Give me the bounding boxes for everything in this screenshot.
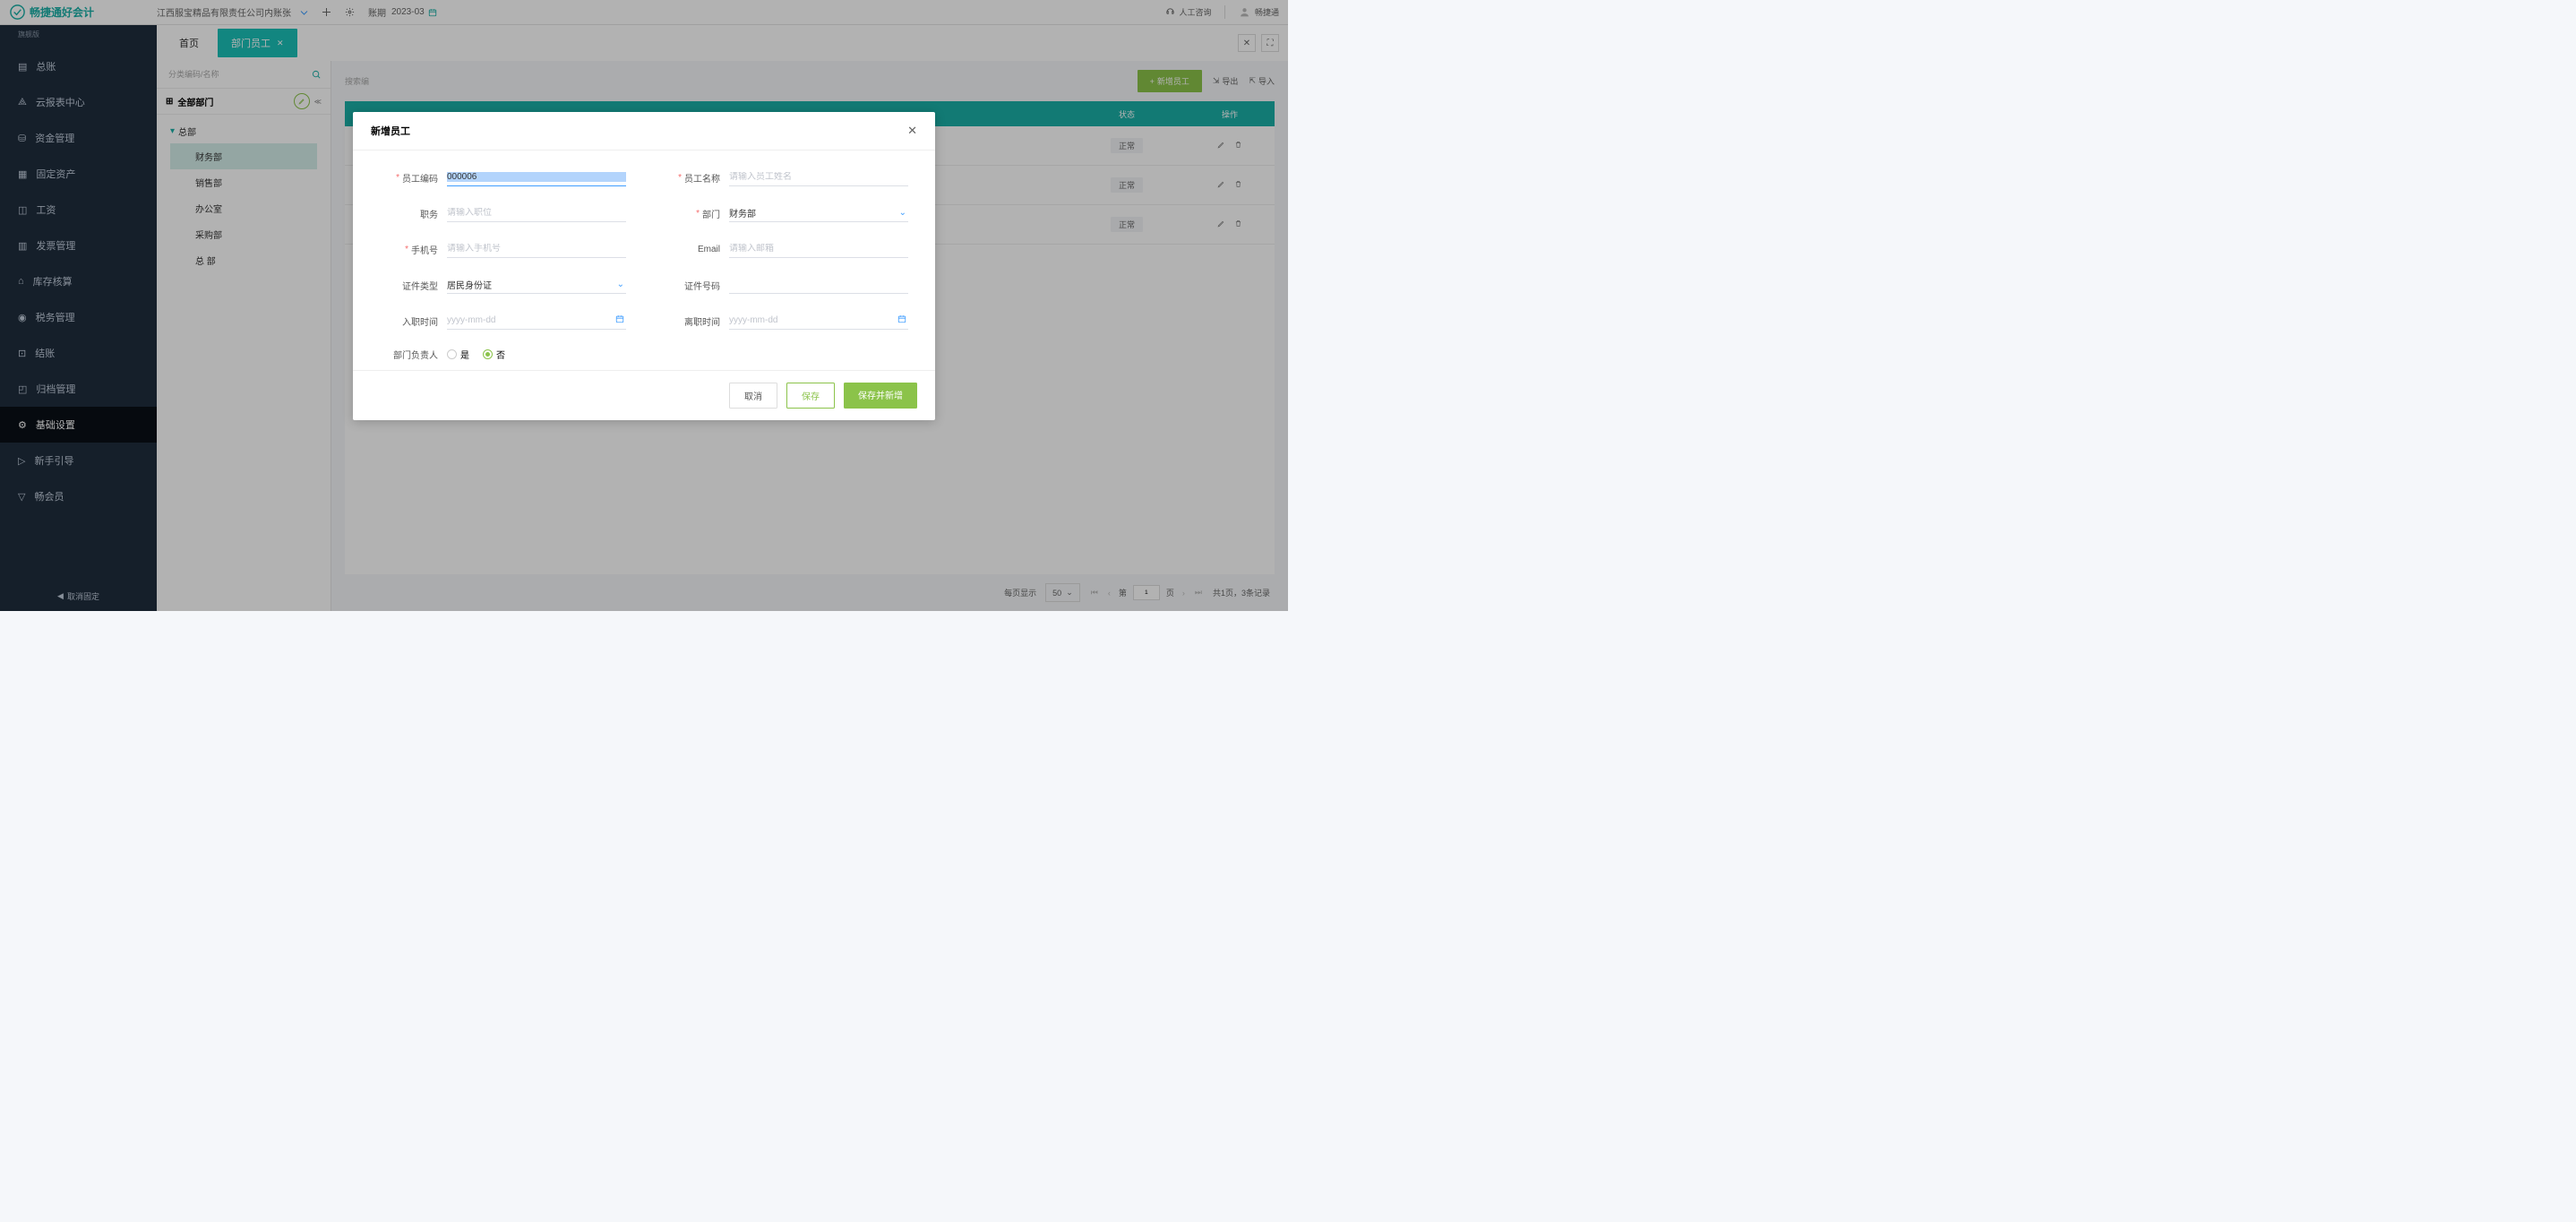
label-position: 职务	[380, 207, 438, 220]
input-wrap	[729, 240, 908, 258]
radio-circle	[447, 349, 457, 359]
label-leave-date: 离职时间	[662, 314, 720, 328]
phone-input[interactable]	[447, 244, 626, 254]
field-id-number: 证件号码	[662, 276, 908, 294]
chevron-down-icon[interactable]: ⌄	[899, 208, 906, 218]
field-manager: 部门负责人 是 否	[380, 348, 908, 361]
save-button[interactable]: 保存	[786, 383, 835, 409]
field-code: *员工编码	[380, 168, 626, 186]
label-id-number: 证件号码	[662, 279, 720, 292]
input-wrap: ⌄	[729, 204, 908, 222]
modal-header: 新增员工 ✕	[353, 112, 935, 151]
leave-date-input[interactable]	[729, 315, 908, 325]
radio-circle-checked	[483, 349, 493, 359]
close-icon[interactable]: ✕	[907, 124, 917, 138]
required-marker: *	[405, 245, 408, 254]
field-id-type: 证件类型 ⌄	[380, 276, 626, 294]
field-hire-date: 入职时间	[380, 312, 626, 330]
input-wrap	[729, 276, 908, 294]
label-id-type: 证件类型	[380, 279, 438, 292]
radio-no[interactable]: 否	[483, 348, 505, 361]
modal-title: 新增员工	[371, 124, 410, 138]
input-wrap	[729, 168, 908, 186]
input-wrap	[447, 204, 626, 222]
required-marker: *	[396, 173, 399, 183]
save-and-new-button[interactable]: 保存并新增	[844, 383, 917, 409]
modal-footer: 取消 保存 保存并新增	[353, 370, 935, 420]
label-phone: *手机号	[380, 243, 438, 256]
input-wrap	[729, 312, 908, 330]
field-position: 职务	[380, 204, 626, 222]
field-leave-date: 离职时间	[662, 312, 908, 330]
field-department: *部门 ⌄	[662, 204, 908, 222]
input-wrap: ⌄	[447, 276, 626, 294]
email-input[interactable]	[729, 244, 908, 254]
field-name: *员工名称	[662, 168, 908, 186]
id-number-input[interactable]	[729, 280, 908, 289]
input-wrap	[447, 168, 626, 186]
label-manager: 部门负责人	[380, 348, 438, 361]
cancel-button[interactable]: 取消	[729, 383, 777, 409]
code-input[interactable]	[447, 172, 626, 182]
label-code: *员工编码	[380, 171, 438, 185]
position-input[interactable]	[447, 208, 626, 218]
label-department: *部门	[662, 207, 720, 220]
form-grid: *员工编码 *员工名称 职务 *部门	[380, 168, 908, 361]
calendar-icon[interactable]	[615, 314, 624, 326]
input-wrap	[447, 240, 626, 258]
new-employee-modal: 新增员工 ✕ *员工编码 *员工名称 职务	[353, 112, 935, 420]
calendar-icon[interactable]	[897, 314, 906, 326]
label-hire-date: 入职时间	[380, 314, 438, 328]
chevron-down-icon[interactable]: ⌄	[617, 280, 624, 289]
field-email: Email	[662, 240, 908, 258]
required-marker: *	[696, 209, 700, 219]
name-input[interactable]	[729, 172, 908, 182]
id-type-select[interactable]	[447, 280, 626, 289]
field-phone: *手机号	[380, 240, 626, 258]
modal-body: *员工编码 *员工名称 职务 *部门	[353, 151, 935, 370]
radio-yes[interactable]: 是	[447, 348, 469, 361]
required-marker: *	[678, 173, 682, 183]
label-email: Email	[662, 245, 720, 254]
hire-date-input[interactable]	[447, 315, 626, 325]
label-name: *员工名称	[662, 171, 720, 185]
input-wrap	[447, 312, 626, 330]
manager-radio-group: 是 否	[447, 348, 505, 361]
radio-dot	[485, 352, 490, 357]
department-select[interactable]	[729, 208, 908, 218]
